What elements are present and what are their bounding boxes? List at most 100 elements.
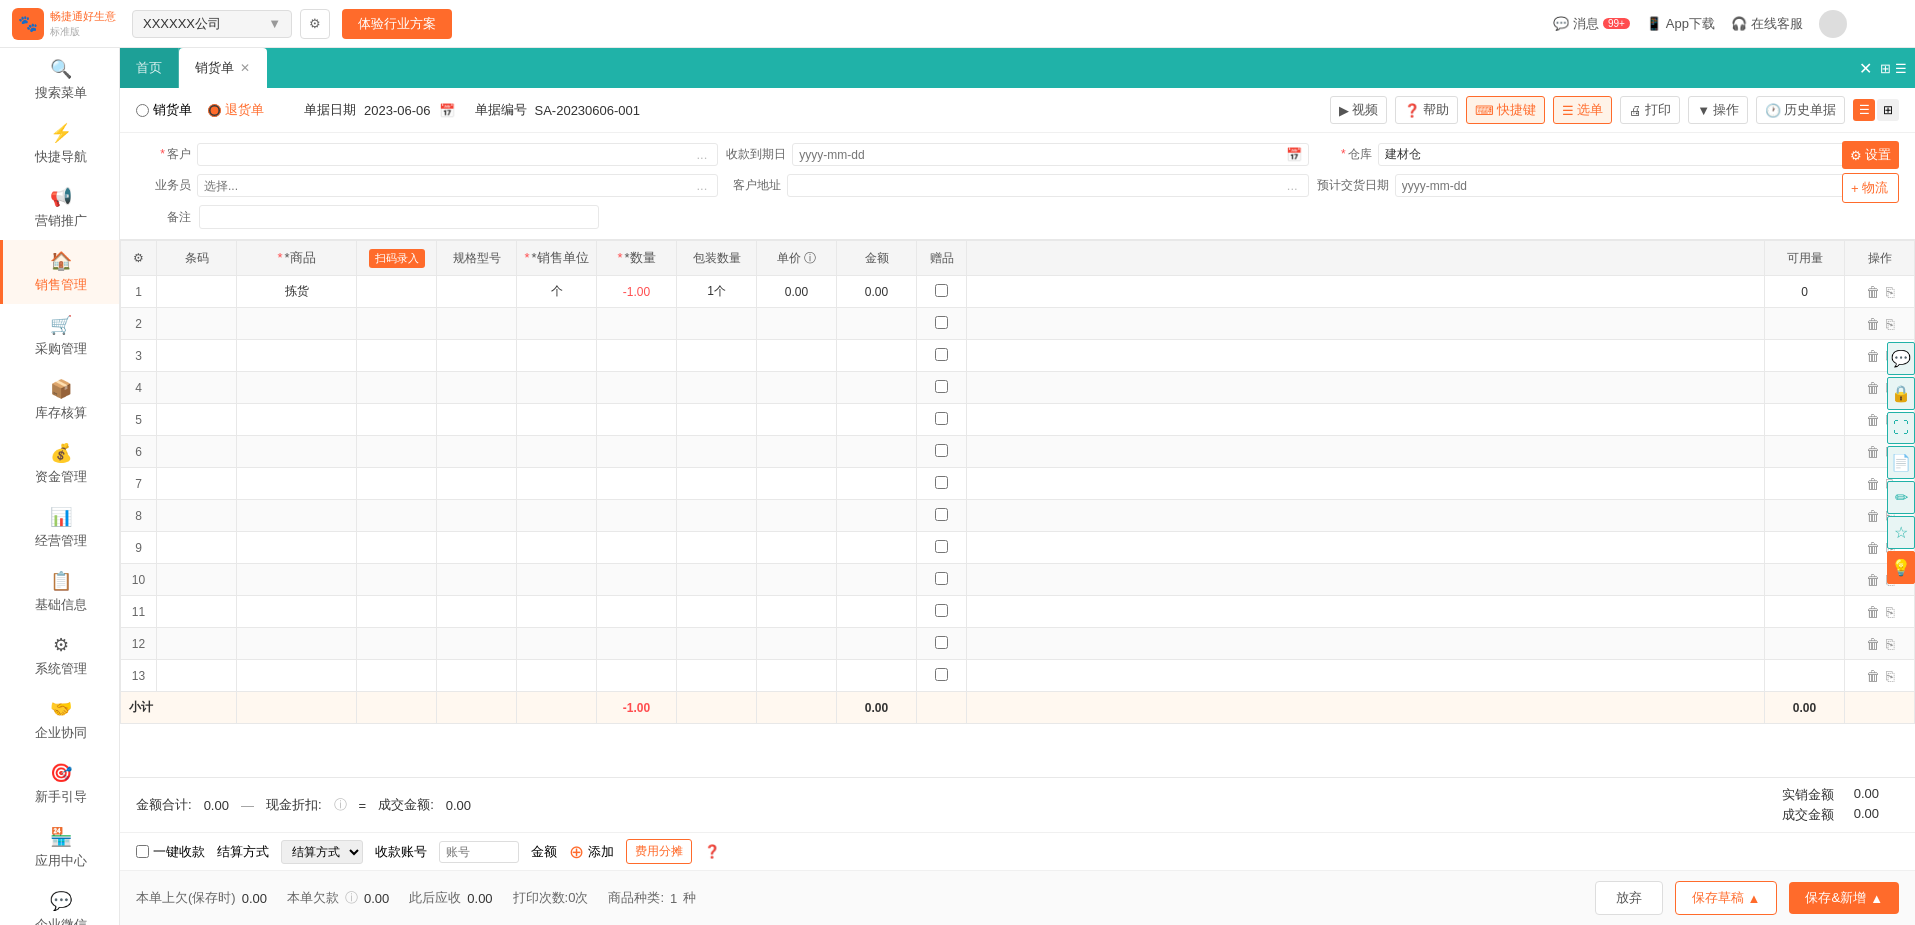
tab-home[interactable]: 首页	[120, 48, 179, 88]
th-product[interactable]: *商品	[237, 241, 357, 276]
cell-barcode[interactable]	[157, 500, 237, 532]
cell-qty[interactable]	[597, 596, 677, 628]
cell-qty[interactable]	[597, 404, 677, 436]
delete-icon[interactable]: 🗑	[1866, 476, 1880, 492]
cell-unit-price[interactable]	[757, 372, 837, 404]
cell-amount[interactable]	[837, 468, 917, 500]
cell-unit-price[interactable]	[757, 468, 837, 500]
th-available[interactable]: 可用量	[1765, 241, 1845, 276]
th-spec[interactable]: 规格型号	[437, 241, 517, 276]
gift-checkbox[interactable]	[935, 476, 948, 489]
cell-spec[interactable]	[437, 436, 517, 468]
tab-sales-order[interactable]: 销货单 ✕	[179, 48, 267, 88]
gift-checkbox[interactable]	[935, 540, 948, 553]
sidebar-item-system[interactable]: ⚙ 系统管理	[0, 624, 119, 688]
cell-spec[interactable]	[437, 372, 517, 404]
delete-icon[interactable]: 🗑	[1866, 604, 1880, 620]
company-selector[interactable]: XXXXXX公司 ▼	[132, 10, 292, 38]
delete-icon[interactable]: 🗑	[1866, 444, 1880, 460]
cell-product[interactable]	[237, 372, 357, 404]
cell-barcode[interactable]	[157, 532, 237, 564]
cell-qty[interactable]	[597, 308, 677, 340]
th-amount[interactable]: 金额	[837, 241, 917, 276]
cell-amount[interactable]	[837, 404, 917, 436]
cell-unit[interactable]	[517, 404, 597, 436]
cell-amount[interactable]	[837, 500, 917, 532]
cell-product[interactable]	[237, 500, 357, 532]
scan-btn[interactable]: 扫码录入	[369, 249, 425, 268]
cell-amount[interactable]	[837, 532, 917, 564]
tab-grid-icon[interactable]: ⊞	[1880, 61, 1891, 76]
warehouse-input[interactable]	[1385, 148, 1869, 162]
th-gift[interactable]: 赠品	[917, 241, 967, 276]
cell-qty[interactable]	[597, 372, 677, 404]
cell-product[interactable]	[237, 628, 357, 660]
cell-amount[interactable]	[837, 372, 917, 404]
salesman-dots-btn[interactable]: ...	[692, 178, 711, 193]
sidebar-item-wechat[interactable]: 💬 企业微信	[0, 880, 119, 925]
th-qty[interactable]: *数量	[597, 241, 677, 276]
cell-unit[interactable]	[517, 532, 597, 564]
cell-unit[interactable]	[517, 340, 597, 372]
copy-icon[interactable]: ⎘	[1886, 668, 1894, 684]
delete-icon[interactable]: 🗑	[1866, 348, 1880, 364]
sidebar-item-appstore[interactable]: 🏪 应用中心	[0, 816, 119, 880]
cell-spec[interactable]	[437, 468, 517, 500]
logistics-btn[interactable]: + 物流	[1842, 173, 1899, 203]
cell-gift[interactable]	[917, 596, 967, 628]
settings-icon[interactable]: ⚙	[300, 9, 330, 39]
view-grid-btn[interactable]: ⊞	[1877, 99, 1899, 121]
user-name[interactable]	[1863, 10, 1903, 38]
cell-pack-qty[interactable]	[677, 532, 757, 564]
cell-barcode[interactable]	[157, 468, 237, 500]
gift-checkbox[interactable]	[935, 572, 948, 585]
cell-spec[interactable]	[437, 660, 517, 692]
delete-icon[interactable]: 🗑	[1866, 316, 1880, 332]
cell-spec[interactable]	[437, 340, 517, 372]
cell-amount[interactable]: 0.00	[837, 276, 917, 308]
history-btn[interactable]: 🕐 历史单据	[1756, 96, 1845, 124]
cell-pack-qty[interactable]	[677, 404, 757, 436]
cell-pack-qty[interactable]	[677, 372, 757, 404]
sidebar-item-cooperation[interactable]: 🤝 企业协同	[0, 688, 119, 752]
sidebar-item-sales[interactable]: 🏠 销售管理	[0, 240, 119, 304]
cell-unit[interactable]	[517, 596, 597, 628]
customer-input-wrap[interactable]: ...	[197, 143, 718, 166]
float-template-btn[interactable]: 📄	[1887, 446, 1915, 479]
float-chat-btn[interactable]: 💬	[1887, 342, 1915, 375]
copy-icon[interactable]: ⎘	[1886, 604, 1894, 620]
cell-unit-price[interactable]: 0.00	[757, 276, 837, 308]
delete-icon[interactable]: 🗑	[1866, 636, 1880, 652]
cell-qty[interactable]	[597, 564, 677, 596]
cell-pack-qty[interactable]	[677, 340, 757, 372]
gift-checkbox[interactable]	[935, 636, 948, 649]
copy-icon[interactable]: ⎘	[1886, 636, 1894, 652]
th-scan[interactable]: 扫码录入	[357, 241, 437, 276]
th-unit-price[interactable]: 单价 ⓘ	[757, 241, 837, 276]
cell-amount[interactable]	[837, 564, 917, 596]
cell-qty[interactable]	[597, 660, 677, 692]
cell-product[interactable]	[237, 436, 357, 468]
cell-product[interactable]	[237, 532, 357, 564]
float-note-btn[interactable]: ✏	[1887, 481, 1915, 514]
receipt-date-calendar-icon[interactable]: 📅	[1286, 147, 1302, 162]
cell-pack-qty[interactable]: 1个	[677, 276, 757, 308]
gift-checkbox[interactable]	[935, 668, 948, 681]
cell-pack-qty[interactable]	[677, 500, 757, 532]
cell-qty[interactable]	[597, 500, 677, 532]
calendar-icon[interactable]: 📅	[439, 103, 455, 118]
cell-pack-qty[interactable]	[677, 308, 757, 340]
cell-spec[interactable]	[437, 596, 517, 628]
view-list-btn[interactable]: ☰	[1853, 99, 1875, 121]
cell-product[interactable]: 拣货	[237, 276, 357, 308]
delete-icon[interactable]: 🗑	[1866, 380, 1880, 396]
cell-unit-price[interactable]	[757, 660, 837, 692]
cell-amount[interactable]	[837, 660, 917, 692]
cell-barcode[interactable]	[157, 564, 237, 596]
cell-amount[interactable]	[837, 340, 917, 372]
cell-amount[interactable]	[837, 628, 917, 660]
operation-btn[interactable]: ▼ 操作	[1688, 96, 1748, 124]
cell-spec[interactable]	[437, 628, 517, 660]
cell-qty[interactable]	[597, 340, 677, 372]
cell-amount[interactable]	[837, 596, 917, 628]
